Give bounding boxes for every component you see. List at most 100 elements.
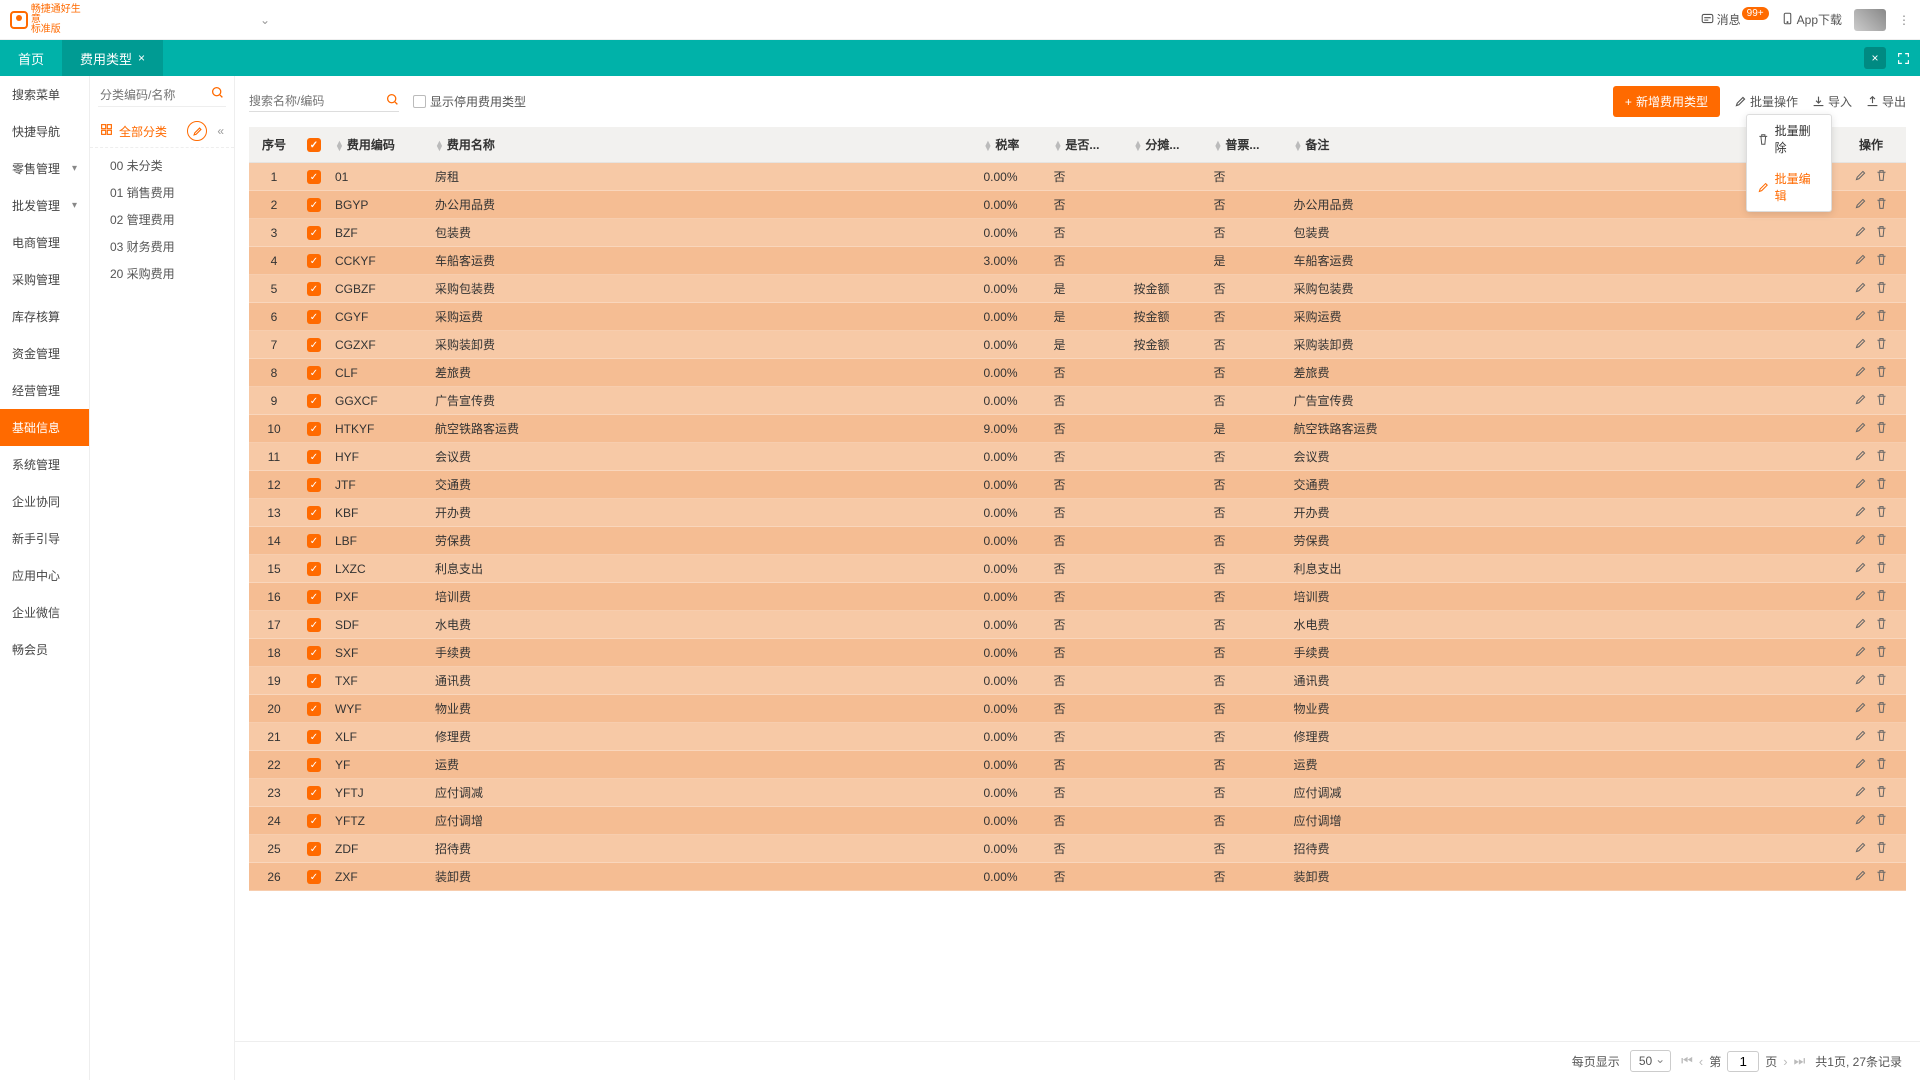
all-categories-label[interactable]: 全部分类	[119, 123, 181, 140]
nav-item-零售管理[interactable]: 零售管理▾	[0, 150, 89, 187]
edit-icon[interactable]	[1854, 365, 1867, 381]
edit-category-button[interactable]	[187, 121, 207, 141]
table-row[interactable]: 6✓CGYF采购运费0.00%是按金额否采购运费	[249, 303, 1906, 331]
col-checkbox[interactable]: ✓	[299, 127, 329, 163]
edit-icon[interactable]	[1854, 729, 1867, 745]
import-button[interactable]: 导入	[1812, 93, 1852, 110]
table-row[interactable]: 4✓CCKYF车船客运费3.00%否是车船客运费	[249, 247, 1906, 275]
edit-icon[interactable]	[1854, 561, 1867, 577]
trash-icon[interactable]	[1875, 393, 1888, 409]
trash-icon[interactable]	[1875, 309, 1888, 325]
edit-icon[interactable]	[1854, 645, 1867, 661]
trash-icon[interactable]	[1875, 477, 1888, 493]
table-row[interactable]: 8✓CLF差旅费0.00%否否差旅费	[249, 359, 1906, 387]
trash-icon[interactable]	[1875, 701, 1888, 717]
first-page-button[interactable]: ⏮	[1681, 1053, 1693, 1069]
col-index[interactable]: 序号	[249, 127, 299, 163]
table-row[interactable]: 17✓SDF水电费0.00%否否水电费	[249, 611, 1906, 639]
table-row[interactable]: 9✓GGXCF广告宣传费0.00%否否广告宣传费	[249, 387, 1906, 415]
col-alloc[interactable]: ▲▼分摊...	[1128, 127, 1208, 163]
category-item[interactable]: 02 管理费用	[90, 206, 234, 233]
trash-icon[interactable]	[1875, 729, 1888, 745]
edit-icon[interactable]	[1854, 785, 1867, 801]
edit-icon[interactable]	[1854, 617, 1867, 633]
table-row[interactable]: 18✓SXF手续费0.00%否否手续费	[249, 639, 1906, 667]
edit-icon[interactable]	[1854, 533, 1867, 549]
trash-icon[interactable]	[1875, 645, 1888, 661]
trash-icon[interactable]	[1875, 225, 1888, 241]
trash-icon[interactable]	[1875, 365, 1888, 381]
category-item[interactable]: 00 未分类	[90, 152, 234, 179]
edit-icon[interactable]	[1854, 701, 1867, 717]
table-row[interactable]: 23✓YFTJ应付调减0.00%否否应付调减	[249, 779, 1906, 807]
nav-item-搜索菜单[interactable]: 搜索菜单	[0, 76, 89, 113]
nav-item-采购管理[interactable]: 采购管理	[0, 261, 89, 298]
messages-button[interactable]: 消息 99+	[1701, 11, 1769, 28]
table-row[interactable]: 1✓01房租0.00%否否	[249, 163, 1906, 191]
category-item[interactable]: 01 销售费用	[90, 179, 234, 206]
trash-icon[interactable]	[1875, 757, 1888, 773]
edit-icon[interactable]	[1854, 813, 1867, 829]
page-input[interactable]	[1727, 1051, 1759, 1072]
nav-item-库存核算[interactable]: 库存核算	[0, 298, 89, 335]
trash-icon[interactable]	[1875, 841, 1888, 857]
col-isx[interactable]: ▲▼是否...	[1048, 127, 1128, 163]
nav-item-快捷导航[interactable]: 快捷导航	[0, 113, 89, 150]
trash-icon[interactable]	[1875, 589, 1888, 605]
trash-icon[interactable]	[1875, 673, 1888, 689]
table-row[interactable]: 26✓ZXF装卸费0.00%否否装卸费	[249, 863, 1906, 891]
table-row[interactable]: 21✓XLF修理费0.00%否否修理费	[249, 723, 1906, 751]
edit-icon[interactable]	[1854, 757, 1867, 773]
table-row[interactable]: 3✓BZF包装费0.00%否否包装费	[249, 219, 1906, 247]
nav-item-企业微信[interactable]: 企业微信	[0, 594, 89, 631]
edit-icon[interactable]	[1854, 309, 1867, 325]
table-row[interactable]: 25✓ZDF招待费0.00%否否招待费	[249, 835, 1906, 863]
fullscreen-icon[interactable]	[1892, 47, 1914, 69]
edit-icon[interactable]	[1854, 281, 1867, 297]
last-page-button[interactable]: ⏭	[1794, 1053, 1806, 1069]
search-input[interactable]	[249, 91, 399, 112]
nav-item-资金管理[interactable]: 资金管理	[0, 335, 89, 372]
edit-icon[interactable]	[1854, 169, 1867, 185]
org-dropdown[interactable]: ⌄	[100, 7, 280, 33]
edit-icon[interactable]	[1854, 869, 1867, 885]
col-rate[interactable]: ▲▼税率	[978, 127, 1048, 163]
category-item[interactable]: 20 采购费用	[90, 260, 234, 287]
table-row[interactable]: 10✓HTKYF航空铁路客运费9.00%否是航空铁路客运费	[249, 415, 1906, 443]
nav-item-系统管理[interactable]: 系统管理	[0, 446, 89, 483]
trash-icon[interactable]	[1875, 281, 1888, 297]
table-row[interactable]: 14✓LBF劳保费0.00%否否劳保费	[249, 527, 1906, 555]
prev-page-button[interactable]: ‹	[1699, 1054, 1703, 1069]
trash-icon[interactable]	[1875, 421, 1888, 437]
table-row[interactable]: 16✓PXF培训费0.00%否否培训费	[249, 583, 1906, 611]
table-row[interactable]: 22✓YF运费0.00%否否运费	[249, 751, 1906, 779]
trash-icon[interactable]	[1875, 505, 1888, 521]
trash-icon[interactable]	[1875, 561, 1888, 577]
edit-icon[interactable]	[1854, 393, 1867, 409]
edit-icon[interactable]	[1854, 589, 1867, 605]
batch-delete-item[interactable]: 批量删除	[1747, 115, 1831, 163]
more-icon[interactable]: ⋮	[1898, 13, 1910, 27]
table-row[interactable]: 5✓CGBZF采购包装费0.00%是按金额否采购包装费	[249, 275, 1906, 303]
next-page-button[interactable]: ›	[1783, 1054, 1787, 1069]
nav-item-基础信息[interactable]: 基础信息	[0, 409, 89, 446]
trash-icon[interactable]	[1875, 617, 1888, 633]
table-row[interactable]: 20✓WYF物业费0.00%否否物业费	[249, 695, 1906, 723]
edit-icon[interactable]	[1854, 673, 1867, 689]
trash-icon[interactable]	[1875, 813, 1888, 829]
edit-icon[interactable]	[1854, 505, 1867, 521]
col-ticket[interactable]: ▲▼普票...	[1208, 127, 1288, 163]
nav-item-新手引导[interactable]: 新手引导	[0, 520, 89, 557]
batch-edit-item[interactable]: 批量编辑	[1747, 163, 1831, 211]
col-code[interactable]: ▲▼费用编码	[329, 127, 429, 163]
tab-expense-type[interactable]: 费用类型 ×	[62, 40, 163, 76]
tab-close-all-button[interactable]: ×	[1864, 47, 1886, 69]
nav-item-应用中心[interactable]: 应用中心	[0, 557, 89, 594]
per-page-select[interactable]: 50	[1630, 1050, 1671, 1072]
category-search-input[interactable]	[98, 84, 226, 107]
nav-item-畅会员[interactable]: 畅会员	[0, 631, 89, 668]
search-icon[interactable]	[386, 93, 399, 109]
table-row[interactable]: 19✓TXF通讯费0.00%否否通讯费	[249, 667, 1906, 695]
trash-icon[interactable]	[1875, 785, 1888, 801]
trash-icon[interactable]	[1875, 533, 1888, 549]
